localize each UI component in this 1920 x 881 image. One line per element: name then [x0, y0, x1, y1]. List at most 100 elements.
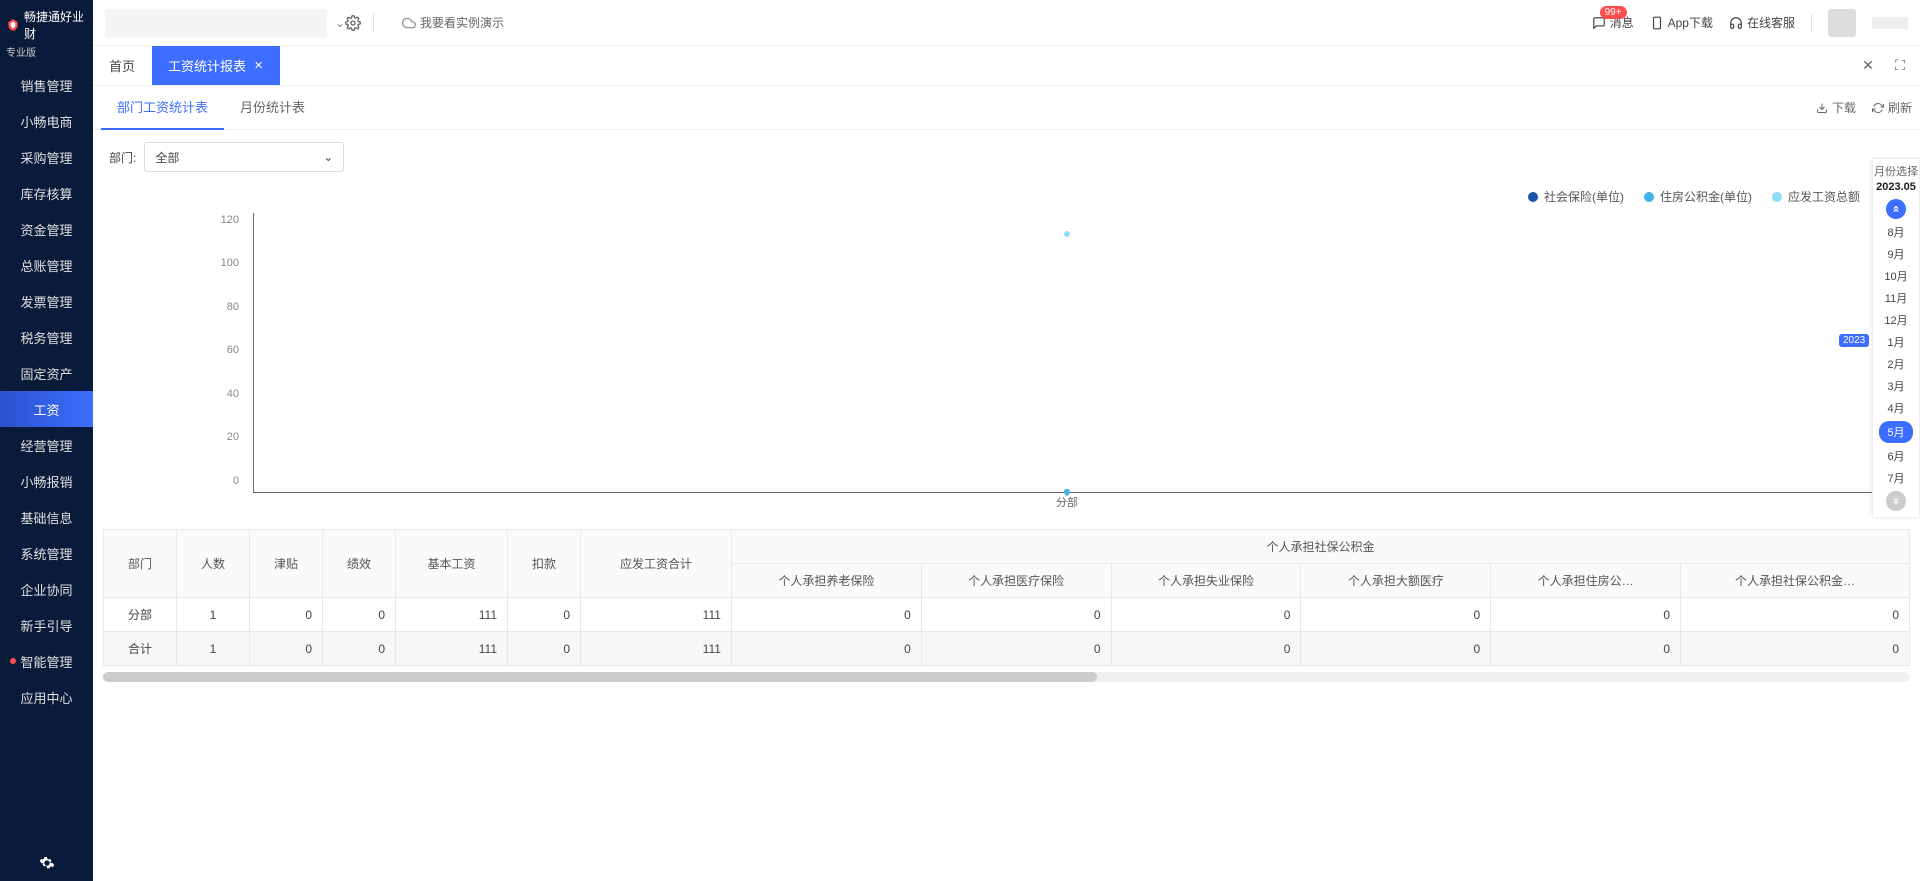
cell: 0 [1301, 632, 1491, 666]
cell: 111 [581, 632, 732, 666]
month-option[interactable]: 5月 [1879, 421, 1912, 443]
support-link[interactable]: 在线客服 [1729, 14, 1795, 31]
brand-name: 畅捷通好业财 [24, 8, 87, 42]
tab-1[interactable]: 工资统计报表✕ [152, 46, 280, 85]
legend-label: 应发工资总额 [1788, 188, 1860, 205]
nav-item-7[interactable]: 税务管理 [0, 319, 93, 355]
department-select[interactable]: 全部 ⌄ [144, 142, 344, 172]
cell: 111 [396, 598, 508, 632]
subtab-0[interactable]: 部门工资统计表 [101, 85, 224, 130]
col-header: 扣款 [508, 530, 581, 598]
messages-link[interactable]: 99+ 消息 [1592, 14, 1634, 31]
download-link[interactable]: 下载 [1816, 99, 1856, 116]
fullscreen-button[interactable]: ⛶ [1888, 54, 1912, 78]
app-download-link[interactable]: App下载 [1650, 14, 1713, 31]
col-header: 个人承担医疗保险 [921, 564, 1111, 598]
month-option[interactable]: 6月 [1873, 445, 1919, 467]
col-header: 基本工资 [396, 530, 508, 598]
nav-item-15[interactable]: 新手引导 [0, 607, 93, 643]
tab-close-button[interactable]: ✕ [1856, 54, 1880, 78]
mobile-icon [1650, 16, 1664, 30]
nav-item-13[interactable]: 系统管理 [0, 535, 93, 571]
settings-icon[interactable] [345, 15, 361, 31]
subtabs-row: 部门工资统计表月份统计表 下载 刷新 [93, 86, 1920, 130]
nav-item-0[interactable]: 销售管理 [0, 67, 93, 103]
month-option[interactable]: 11月 [1873, 287, 1919, 309]
col-header: 津贴 [250, 530, 323, 598]
close-icon[interactable]: ✕ [254, 59, 263, 72]
cell: 分部 [104, 598, 177, 632]
nav-item-12[interactable]: 基础信息 [0, 499, 93, 535]
nav-item-11[interactable]: 小畅报销 [0, 463, 93, 499]
nav-item-14[interactable]: 企业协同 [0, 571, 93, 607]
topbar: ⌄ 我要看实例演示 99+ 消息 App下载 [93, 0, 1920, 46]
nav-item-1[interactable]: 小畅电商 [0, 103, 93, 139]
cell: 0 [250, 598, 323, 632]
nav-item-4[interactable]: 资金管理 [0, 211, 93, 247]
download-label: 下载 [1832, 99, 1856, 116]
month-option[interactable]: 3月 [1873, 375, 1919, 397]
cell: 0 [731, 632, 921, 666]
cell: 111 [396, 632, 508, 666]
cell: 0 [1111, 632, 1301, 666]
y-tick: 60 [227, 344, 239, 356]
settings-footer[interactable] [0, 845, 93, 881]
chevron-down-icon: ⌄ [323, 150, 333, 164]
nav-item-8[interactable]: 固定资产 [0, 355, 93, 391]
month-option[interactable]: 9月 [1873, 243, 1919, 265]
month-option[interactable]: 12月 [1873, 309, 1919, 331]
divider [1811, 14, 1812, 32]
refresh-link[interactable]: 刷新 [1872, 99, 1912, 116]
user-name [1872, 17, 1908, 29]
tab-label: 首页 [109, 56, 135, 75]
nav-item-6[interactable]: 发票管理 [0, 283, 93, 319]
month-option[interactable]: 8月 [1873, 221, 1919, 243]
cell: 0 [323, 632, 396, 666]
nav-item-5[interactable]: 总账管理 [0, 247, 93, 283]
divider [373, 14, 374, 32]
col-header: 个人承担养老保险 [731, 564, 921, 598]
nav-item-16[interactable]: 智能管理 [0, 643, 93, 679]
headset-icon [1729, 16, 1743, 30]
month-option[interactable]: 4月 [1873, 397, 1919, 419]
legend-item[interactable]: 社会保险(单位) [1528, 188, 1624, 205]
chart-area: 020406080100120 分部 [203, 213, 1880, 513]
avatar[interactable] [1828, 9, 1856, 37]
col-header: 个人承担大额医疗 [1301, 564, 1491, 598]
data-point [1064, 231, 1070, 237]
nav-item-10[interactable]: 经营管理 [0, 427, 93, 463]
chart-legend: 社会保险(单位) 住房公积金(单位) 应发工资总额 [203, 184, 1880, 213]
demo-link[interactable]: 我要看实例演示 [402, 14, 504, 31]
cell: 合计 [104, 632, 177, 666]
legend-item[interactable]: 住房公积金(单位) [1644, 188, 1752, 205]
month-option[interactable]: 1月2023 [1873, 331, 1919, 353]
month-scroll-up-button[interactable] [1886, 199, 1906, 219]
legend-dot-icon [1528, 192, 1538, 202]
cell: 0 [250, 632, 323, 666]
horizontal-scrollbar[interactable] [103, 672, 1910, 682]
nav-item-2[interactable]: 采购管理 [0, 139, 93, 175]
workspace-tabs: 首页工资统计报表✕ ✕ ⛶ [93, 46, 1920, 86]
nav-item-17[interactable]: 应用中心 [0, 679, 93, 715]
cell: 0 [508, 632, 581, 666]
department-value: 全部 [155, 149, 179, 166]
brand-edition: 专业版 [6, 44, 87, 59]
month-scroll-down-button[interactable] [1886, 491, 1906, 511]
double-chevron-up-icon [1891, 204, 1901, 214]
tab-0[interactable]: 首页 [93, 46, 152, 85]
col-header: 个人承担住房公… [1491, 564, 1681, 598]
demo-label: 我要看实例演示 [420, 14, 504, 31]
cell: 0 [1301, 598, 1491, 632]
nav-item-3[interactable]: 库存核算 [0, 175, 93, 211]
company-selector[interactable]: ⌄ [105, 9, 345, 37]
y-tick: 40 [227, 388, 239, 400]
legend-dot-icon [1772, 192, 1782, 202]
month-option[interactable]: 2月 [1873, 353, 1919, 375]
legend-item[interactable]: 应发工资总额 [1772, 188, 1860, 205]
col-header: 个人承担社保公积金… [1681, 564, 1910, 598]
month-option[interactable]: 7月 [1873, 467, 1919, 489]
scrollbar-thumb[interactable] [103, 672, 1097, 682]
month-option[interactable]: 10月 [1873, 265, 1919, 287]
subtab-1[interactable]: 月份统计表 [224, 85, 321, 130]
nav-item-9[interactable]: 工资 [0, 391, 93, 427]
